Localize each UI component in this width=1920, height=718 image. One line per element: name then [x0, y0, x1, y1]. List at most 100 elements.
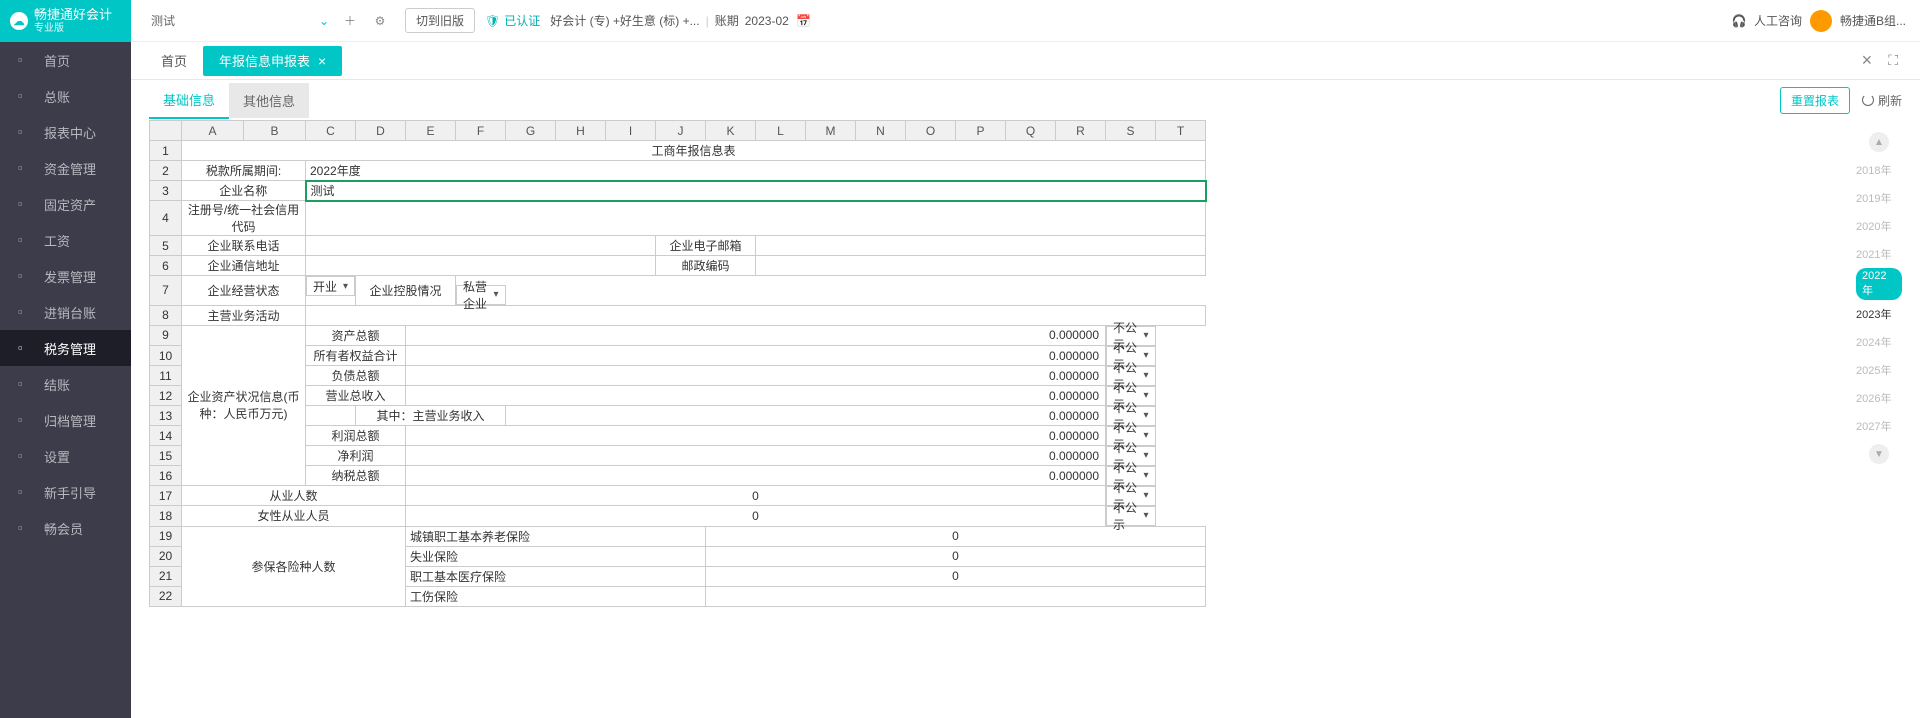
assets-group[interactable]: 企业资产状况信息(币种：人民币万元) — [182, 325, 306, 486]
col-header[interactable]: L — [756, 121, 806, 141]
cell[interactable]: 纳税总额 — [306, 466, 406, 486]
cell[interactable]: 0 — [706, 566, 1206, 586]
sidebar-item-3[interactable]: ▫资金管理 — [0, 150, 131, 186]
row-header[interactable]: 6 — [150, 256, 182, 276]
year-option[interactable]: 2021年 — [1856, 240, 1902, 268]
col-header[interactable]: K — [706, 121, 756, 141]
cell[interactable]: 负债总额 — [306, 366, 406, 386]
cell[interactable]: 企业电子邮箱 — [656, 236, 756, 256]
col-header[interactable]: S — [1106, 121, 1156, 141]
cell[interactable]: 0.000000 — [406, 446, 1106, 466]
row-header[interactable]: 2 — [150, 161, 182, 181]
cell[interactable]: 主营业务活动 — [182, 305, 306, 325]
cell[interactable]: 0 — [406, 486, 1106, 506]
cell[interactable]: 企业名称 — [182, 181, 306, 201]
year-option[interactable]: 2025年 — [1856, 356, 1902, 384]
sidebar-item-9[interactable]: ▫结账 — [0, 366, 131, 402]
cell[interactable]: 0.000000 — [406, 346, 1106, 366]
col-header[interactable]: I — [606, 121, 656, 141]
col-header[interactable]: M — [806, 121, 856, 141]
year-option[interactable]: 2023年 — [1856, 300, 1902, 328]
col-header[interactable]: P — [956, 121, 1006, 141]
cell[interactable] — [756, 256, 1206, 276]
period-label[interactable]: 税款所属期间: — [182, 161, 306, 181]
col-header[interactable]: D — [356, 121, 406, 141]
year-option[interactable]: 2020年 — [1856, 212, 1902, 240]
cell[interactable] — [306, 256, 656, 276]
close-icon[interactable]: × — [318, 53, 326, 69]
user-name[interactable]: 畅捷通B组... — [1840, 12, 1906, 29]
sheet-title[interactable]: 工商年报信息表 — [182, 141, 1206, 161]
spreadsheet[interactable]: ABCDEFGHIJKLMNOPQRST 1工商年报信息表2税款所属期间:202… — [149, 120, 1850, 718]
year-option[interactable]: 2024年 — [1856, 328, 1902, 356]
cell[interactable]: 净利润 — [306, 446, 406, 466]
cell[interactable]: 邮政编码 — [656, 256, 756, 276]
row-header[interactable]: 11 — [150, 366, 182, 386]
year-option[interactable]: 2022年 — [1856, 268, 1902, 300]
sidebar-item-12[interactable]: ▫新手引导 — [0, 474, 131, 510]
cell[interactable] — [306, 406, 356, 426]
col-header[interactable]: F — [456, 121, 506, 141]
switch-old-button[interactable]: 切到旧版 — [405, 8, 475, 33]
col-header[interactable]: O — [906, 121, 956, 141]
cell[interactable]: 0 — [706, 546, 1206, 566]
row-header[interactable]: 15 — [150, 446, 182, 466]
tab-home[interactable]: 首页 — [145, 46, 203, 76]
sidebar-item-2[interactable]: ▫报表中心 — [0, 114, 131, 150]
cell[interactable]: 企业经营状态 — [182, 276, 306, 306]
col-header[interactable]: Q — [1006, 121, 1056, 141]
row-header[interactable]: 8 — [150, 305, 182, 325]
sidebar-item-11[interactable]: ▫设置 — [0, 438, 131, 474]
row-header[interactable]: 10 — [150, 346, 182, 366]
col-header[interactable]: B — [244, 121, 306, 141]
sidebar-item-13[interactable]: ▫畅会员 — [0, 510, 131, 546]
cell[interactable]: 企业控股情况 — [356, 276, 456, 306]
sidebar-item-8[interactable]: ▫税务管理 — [0, 330, 131, 366]
sidebar-item-4[interactable]: ▫固定资产 — [0, 186, 131, 222]
calendar-icon[interactable]: 📅 — [793, 10, 815, 32]
cell[interactable]: 注册号/统一社会信用代码 — [182, 201, 306, 236]
cell[interactable]: 0.000000 — [406, 325, 1106, 346]
cell[interactable]: 从业人数 — [182, 486, 406, 506]
refresh-button[interactable]: 刷新 — [1862, 92, 1902, 109]
cell[interactable]: 城镇职工基本养老保险 — [406, 526, 706, 546]
col-header[interactable]: E — [406, 121, 456, 141]
sidebar-item-5[interactable]: ▫工资 — [0, 222, 131, 258]
row-header[interactable]: 18 — [150, 506, 182, 527]
headset-icon[interactable]: 🎧 — [1728, 10, 1750, 32]
support-link[interactable]: 人工咨询 — [1754, 12, 1802, 29]
cell[interactable]: 利润总额 — [306, 426, 406, 446]
cell[interactable]: 0.000000 — [406, 386, 1106, 406]
row-header[interactable]: 12 — [150, 386, 182, 406]
row-header[interactable]: 13 — [150, 406, 182, 426]
subtab-other[interactable]: 其他信息 — [229, 83, 309, 118]
sidebar-item-7[interactable]: ▫进销台账 — [0, 294, 131, 330]
cell[interactable]: 0.000000 — [406, 426, 1106, 446]
sidebar-item-1[interactable]: ▫总账 — [0, 78, 131, 114]
row-header[interactable]: 16 — [150, 466, 182, 486]
cell[interactable]: 0 — [406, 506, 1106, 527]
cell[interactable]: 职工基本医疗保险 — [406, 566, 706, 586]
subtab-basic[interactable]: 基础信息 — [149, 82, 229, 119]
close-all-icon[interactable]: × — [1854, 50, 1881, 71]
cell[interactable]: 工伤保险 — [406, 586, 706, 606]
cell[interactable]: 0.000000 — [506, 406, 1106, 426]
gear-icon[interactable]: ⚙ — [369, 10, 391, 32]
row-header[interactable]: 22 — [150, 586, 182, 606]
year-option[interactable]: 2019年 — [1856, 184, 1902, 212]
col-header[interactable]: J — [656, 121, 706, 141]
row-header[interactable]: 9 — [150, 325, 182, 346]
company-name-cell[interactable]: 测试 — [306, 181, 1206, 201]
sidebar-item-6[interactable]: ▫发票管理 — [0, 258, 131, 294]
cell[interactable]: 企业联系电话 — [182, 236, 306, 256]
row-header[interactable]: 1 — [150, 141, 182, 161]
insurance-group[interactable]: 参保各险种人数 — [182, 526, 406, 606]
fullscreen-icon[interactable]: ⛶ — [1880, 52, 1906, 69]
year-option[interactable]: 2026年 — [1856, 384, 1902, 412]
col-header[interactable]: A — [182, 121, 244, 141]
cell[interactable]: 资产总额 — [306, 325, 406, 346]
row-header[interactable]: 19 — [150, 526, 182, 546]
year-option[interactable]: 2018年 — [1856, 156, 1902, 184]
row-header[interactable]: 5 — [150, 236, 182, 256]
sidebar-item-10[interactable]: ▫归档管理 — [0, 402, 131, 438]
